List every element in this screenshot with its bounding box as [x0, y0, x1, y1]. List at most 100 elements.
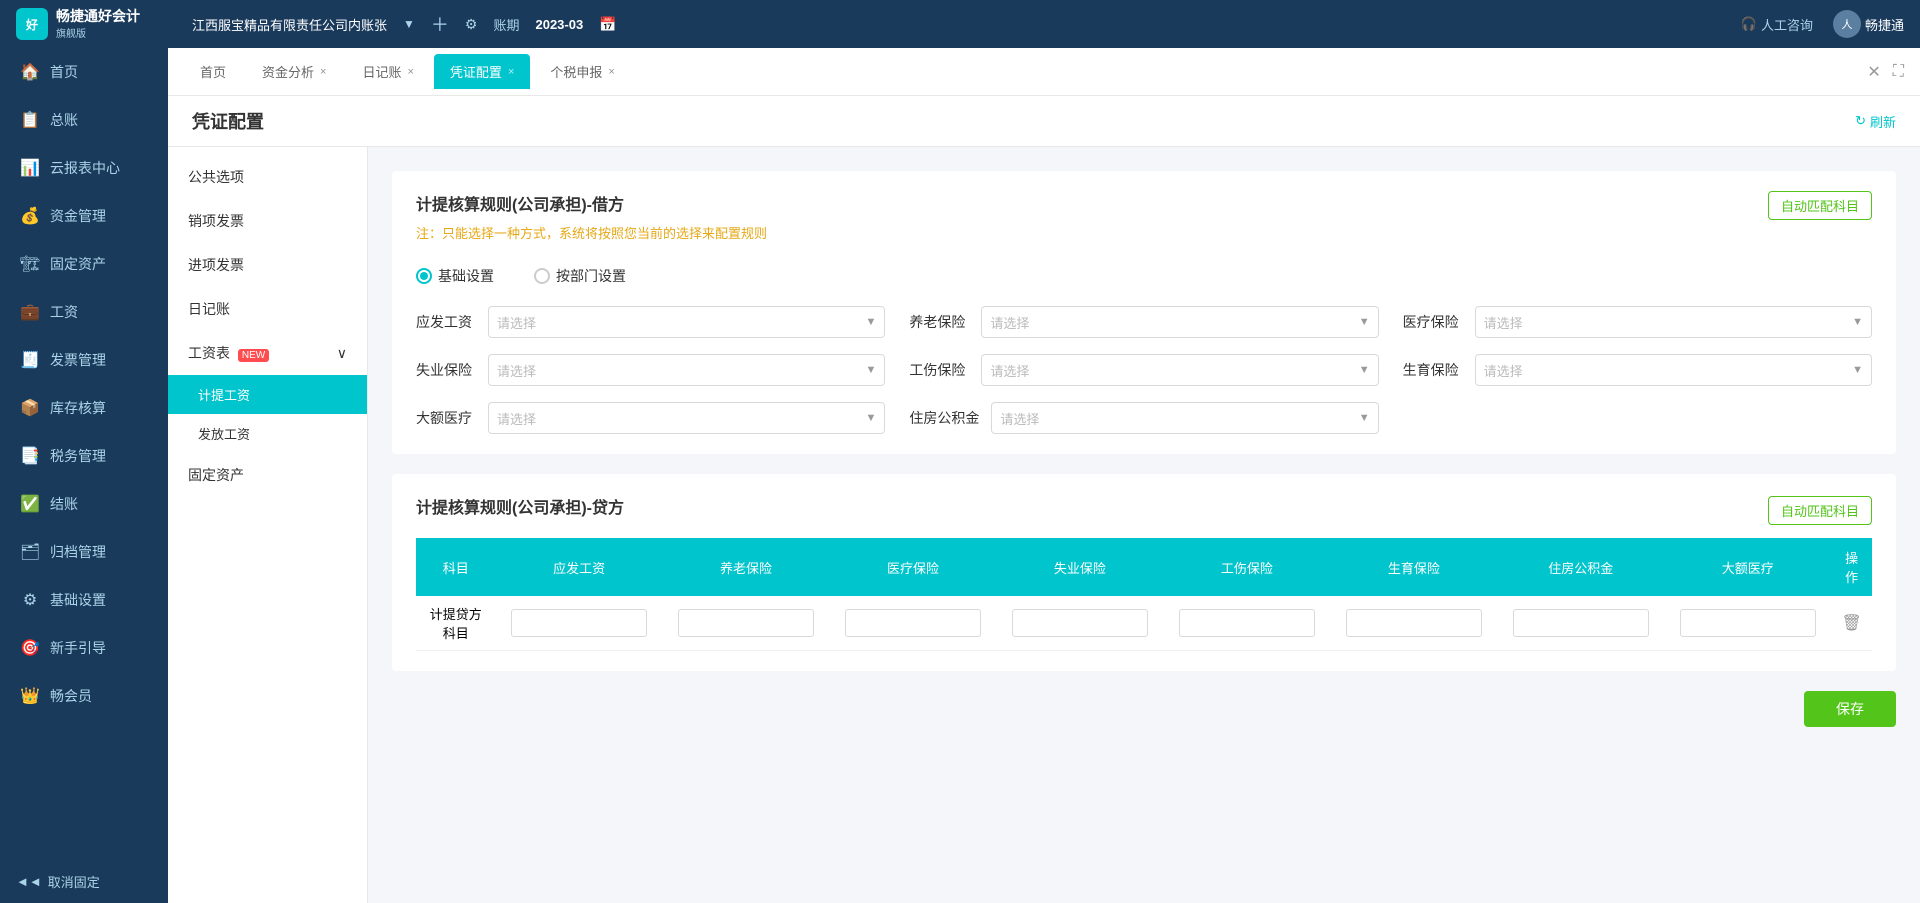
sidebar-item-checkout[interactable]: ✅ 结账 — [0, 480, 168, 528]
col-housing: 住房公积金 — [1497, 538, 1664, 596]
user-area[interactable]: 人 畅捷通 — [1833, 10, 1904, 38]
left-menu-journal[interactable]: 日记账 — [168, 287, 367, 331]
sidebar-item-reports[interactable]: 📊 云报表中心 — [0, 144, 168, 192]
input-maternity[interactable] — [1346, 609, 1482, 637]
sidebar-item-assets[interactable]: 🏗 固定资产 — [0, 240, 168, 288]
avatar: 人 — [1833, 10, 1861, 38]
funds-icon: 💰 — [20, 206, 40, 226]
sidebar-item-inventory[interactable]: 📦 库存核算 — [0, 384, 168, 432]
radio-basic[interactable]: 基础设置 — [416, 266, 494, 286]
ledger-icon: 📋 — [20, 110, 40, 130]
tab-close-tax[interactable]: × — [608, 66, 614, 78]
settings-icon: ⚙ — [20, 590, 40, 610]
select-unemployment[interactable]: 请选择 ▼ — [488, 354, 885, 386]
debit-auto-match-button[interactable]: 自动匹配科目 — [1768, 191, 1872, 220]
col-action: 操作 — [1831, 538, 1872, 596]
sidebar-item-funds[interactable]: 💰 资金管理 — [0, 192, 168, 240]
chevron-down-icon: ∨ — [337, 345, 347, 362]
input-pension[interactable] — [678, 609, 814, 637]
field-gross-salary: 应发工资 请选择 ▼ — [416, 306, 885, 338]
page-content: 凭证配置 ↻ 刷新 公共选项 销项发票 进项发票 日记账 工资表 NEW ∨ — [168, 96, 1920, 903]
calendar-icon[interactable]: 📅 — [599, 16, 616, 33]
debit-section-title: 计提核算规则(公司承担)-借方 — [416, 191, 767, 215]
input-unemployment[interactable] — [1012, 609, 1148, 637]
input-medical[interactable] — [845, 609, 981, 637]
expand-icon[interactable]: ⛶ — [1893, 63, 1904, 81]
tab-tax-filing[interactable]: 个税申报 × — [534, 54, 630, 89]
sidebar-item-invoice[interactable]: 🧾 发票管理 — [0, 336, 168, 384]
col-gross-salary: 应发工资 — [496, 538, 663, 596]
select-injury[interactable]: 请选择 ▼ — [981, 354, 1378, 386]
add-button[interactable]: ＋ — [431, 11, 449, 37]
label-maternity: 生育保险 — [1403, 360, 1463, 380]
sidebar-item-salary[interactable]: 💼 工资 — [0, 288, 168, 336]
company-dropdown[interactable]: ▼ — [403, 17, 415, 31]
left-menu-accrual[interactable]: 计提工资 — [168, 375, 367, 414]
sidebar-item-guide[interactable]: 🎯 新手引导 — [0, 624, 168, 672]
left-menu-pay-salary[interactable]: 发放工资 — [168, 414, 367, 453]
cell-unemployment — [996, 596, 1163, 651]
select-pension[interactable]: 请选择 ▼ — [981, 306, 1378, 338]
select-maternity[interactable]: 请选择 ▼ — [1475, 354, 1872, 386]
tab-journal[interactable]: 日记账 × — [346, 54, 429, 89]
sidebar-item-ledger[interactable]: 📋 总账 — [0, 96, 168, 144]
assets-icon: 🏗 — [20, 254, 40, 274]
page-header: 凭证配置 ↻ 刷新 — [168, 96, 1920, 147]
debit-section-note: 注：只能选择一种方式，系统将按照您当前的选择来配置规则 — [416, 223, 767, 242]
left-menu-purchase-invoice[interactable]: 进项发票 — [168, 243, 367, 287]
close-all-icon[interactable]: ✕ — [1867, 62, 1880, 82]
guide-icon: 🎯 — [20, 638, 40, 658]
sidebar-item-member[interactable]: 👑 畅会员 — [0, 672, 168, 720]
tab-close-journal[interactable]: × — [407, 66, 413, 78]
tab-home[interactable]: 首页 — [184, 54, 242, 89]
select-major-medical[interactable]: 请选择 ▼ — [488, 402, 885, 434]
credit-auto-match-button[interactable]: 自动匹配科目 — [1768, 496, 1872, 525]
left-menu: 公共选项 销项发票 进项发票 日记账 工资表 NEW ∨ 计提工资 发放工资 固… — [168, 147, 368, 903]
input-major-medical[interactable] — [1680, 609, 1816, 637]
field-medical: 医疗保险 请选择 ▼ — [1403, 306, 1872, 338]
sidebar-item-archive[interactable]: 🗂 归档管理 — [0, 528, 168, 576]
col-major-medical: 大额医疗 — [1664, 538, 1831, 596]
inner-layout: 公共选项 销项发票 进项发票 日记账 工资表 NEW ∨ 计提工资 发放工资 固… — [168, 147, 1920, 903]
delete-row-button[interactable]: 🗑 — [1841, 613, 1861, 633]
field-injury: 工伤保险 请选择 ▼ — [909, 354, 1378, 386]
left-menu-fixed-assets[interactable]: 固定资产 — [168, 453, 367, 497]
select-medical[interactable]: 请选择 ▼ — [1475, 306, 1872, 338]
radio-dept[interactable]: 按部门设置 — [534, 266, 626, 286]
input-injury[interactable] — [1179, 609, 1315, 637]
tab-close-fund[interactable]: × — [320, 66, 326, 78]
left-menu-public[interactable]: 公共选项 — [168, 155, 367, 199]
select-housing-fund[interactable]: 请选择 ▼ — [991, 402, 1378, 434]
col-unemployment: 失业保险 — [996, 538, 1163, 596]
cell-maternity — [1330, 596, 1497, 651]
settings-button[interactable]: ⚙ — [465, 16, 478, 33]
refresh-button[interactable]: ↻ 刷新 — [1855, 112, 1896, 131]
left-menu-salary-table[interactable]: 工资表 NEW ∨ — [168, 331, 367, 375]
headset-icon: 🎧 — [1741, 16, 1757, 32]
top-bar-center: 江西服宝精品有限责任公司内账张 ▼ ＋ ⚙ 账期 2023-03 📅 — [184, 11, 1741, 37]
main-layout: 🏠 首页 📋 总账 📊 云报表中心 💰 资金管理 🏗 固定资产 💼 工资 🧾 发… — [0, 48, 1920, 903]
tab-close-voucher[interactable]: × — [508, 66, 514, 78]
checkout-icon: ✅ — [20, 494, 40, 514]
label-medical: 医疗保险 — [1403, 312, 1463, 332]
left-menu-sales-invoice[interactable]: 销项发票 — [168, 199, 367, 243]
unpin-button[interactable]: ◄◄ 取消固定 — [0, 860, 168, 903]
tab-voucher-config[interactable]: 凭证配置 × — [434, 54, 530, 89]
period-value: 2023-03 — [535, 17, 583, 32]
input-gross-salary[interactable] — [511, 609, 647, 637]
sidebar-item-tax[interactable]: 📑 税务管理 — [0, 432, 168, 480]
field-major-medical: 大额医疗 请选择 ▼ — [416, 402, 885, 434]
save-button[interactable]: 保存 — [1804, 691, 1896, 727]
select-gross-salary[interactable]: 请选择 ▼ — [488, 306, 885, 338]
input-housing[interactable] — [1513, 609, 1649, 637]
radio-dept-circle — [534, 268, 550, 284]
field-unemployment: 失业保险 请选择 ▼ — [416, 354, 885, 386]
support-button[interactable]: 🎧 人工咨询 — [1741, 15, 1813, 34]
sidebar-item-home[interactable]: 🏠 首页 — [0, 48, 168, 96]
tab-fund-analysis[interactable]: 资金分析 × — [246, 54, 342, 89]
credit-section-title: 计提核算规则(公司承担)-贷方 — [416, 494, 624, 518]
field-maternity: 生育保险 请选择 ▼ — [1403, 354, 1872, 386]
sidebar-item-settings[interactable]: ⚙ 基础设置 — [0, 576, 168, 624]
chevron-down-icon: ▼ — [865, 316, 876, 328]
cell-pension — [663, 596, 830, 651]
